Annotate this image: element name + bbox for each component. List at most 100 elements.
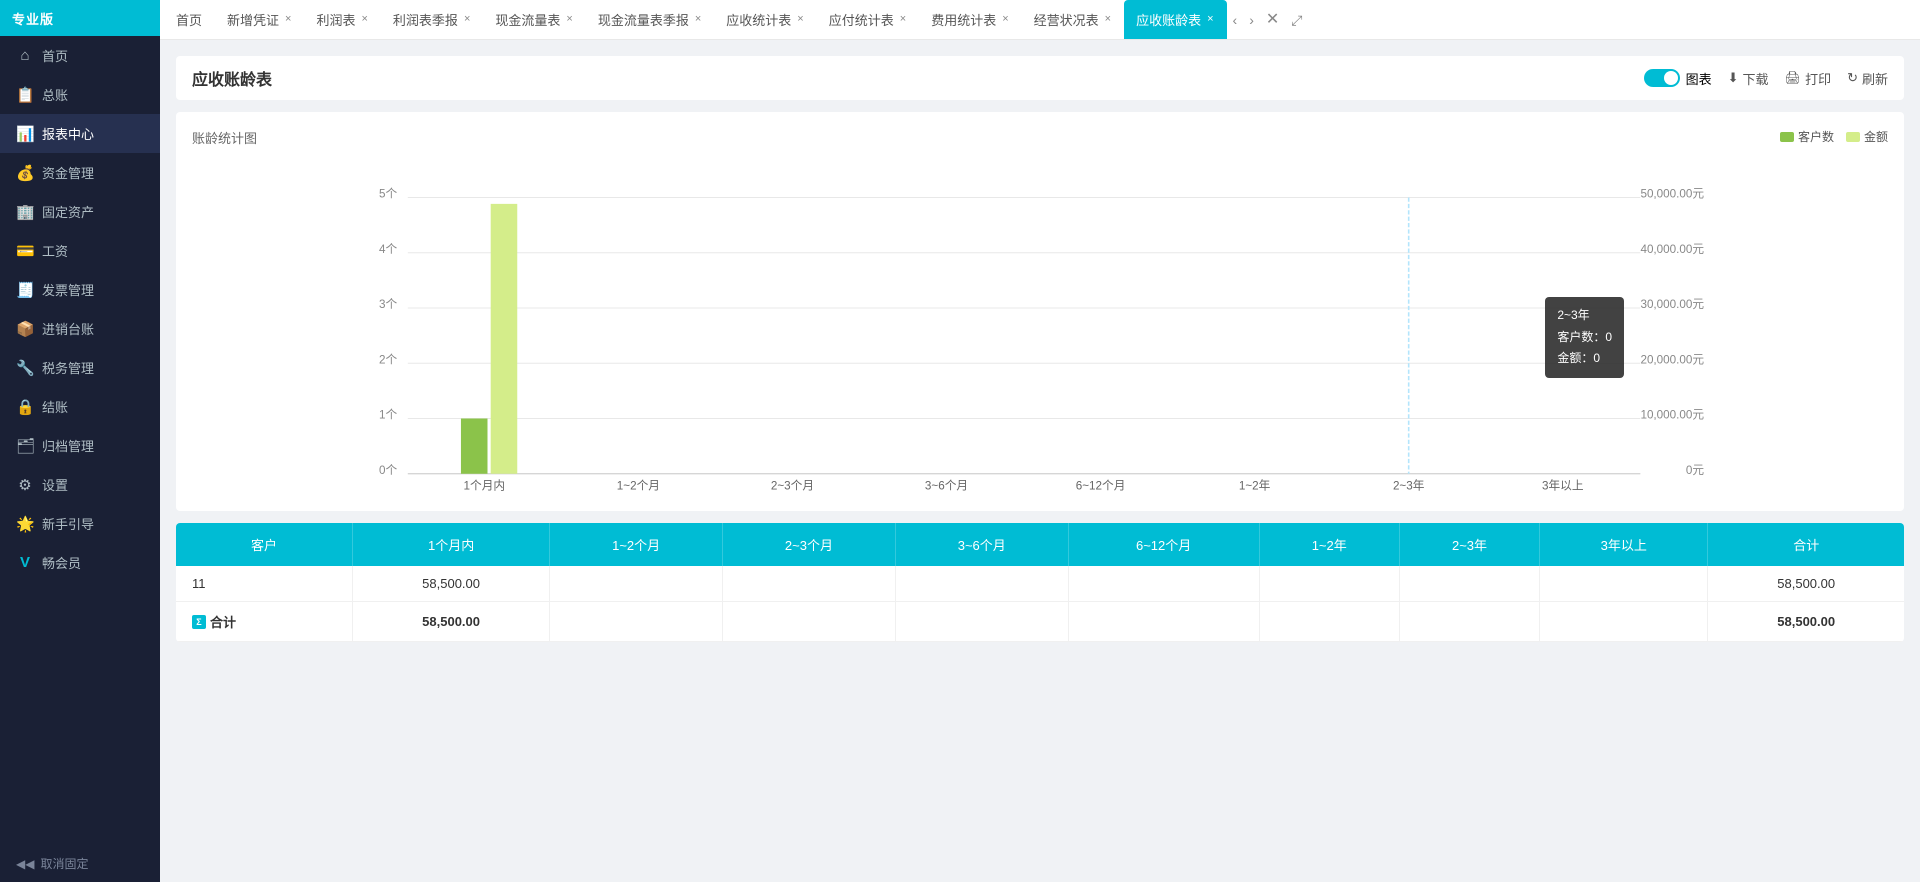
page-area: 应收账龄表 图表 ⬇ 下载 🖨 打印 ↻ 刷新 (160, 40, 1920, 882)
tab-expand-button[interactable]: ⤢ (1285, 0, 1308, 40)
sidebar-item-close[interactable]: 🔒 结账 (0, 387, 160, 426)
svg-text:0元: 0元 (1686, 464, 1704, 477)
tab-close-icon[interactable]: × (464, 14, 470, 25)
main-content: 首页 新增凭证 × 利润表 × 利润表季报 × 现金流量表 × 现金流量表季报 … (160, 0, 1920, 882)
sidebar-pin-button[interactable]: ◀◀ 取消固定 (0, 845, 160, 882)
tab-close-icon[interactable]: × (695, 14, 701, 25)
cell-customer: 11 (176, 566, 352, 602)
tab-label: 新增凭证 (227, 10, 279, 29)
col-header-y3plus: 3年以上 (1540, 523, 1708, 566)
bar-amount-0 (491, 204, 518, 474)
cell-total-m1: 58,500.00 (352, 602, 549, 642)
tab-close-icon[interactable]: × (361, 14, 367, 25)
chart-svg-area: 0个 1个 2个 3个 4个 5个 0元 10,000.00元 20,000.0… (192, 155, 1888, 495)
print-label: 打印 (1805, 69, 1831, 88)
download-button[interactable]: ⬇ 下载 (1728, 69, 1769, 88)
tab-close-icon[interactable]: × (797, 14, 803, 25)
sidebar-item-salary[interactable]: 💳 工资 (0, 231, 160, 270)
sidebar-item-stock[interactable]: 📦 进销台账 (0, 309, 160, 348)
tab-label: 应收账龄表 (1136, 10, 1201, 29)
sidebar-item-home[interactable]: ⌂ 首页 (0, 36, 160, 75)
chart-toggle-label: 图表 (1686, 69, 1712, 88)
tab-close-all-button[interactable]: ✕ (1260, 0, 1285, 40)
ledger-icon: 📋 (16, 86, 34, 104)
cell-y3plus (1540, 566, 1708, 602)
tab-profit-q[interactable]: 利润表季报 × (381, 0, 483, 39)
sidebar-item-reports[interactable]: 📊 报表中心 (0, 114, 160, 153)
sidebar-item-vip[interactable]: V 畅会员 (0, 543, 160, 582)
svg-text:2~3年: 2~3年 (1393, 479, 1425, 493)
chart-toggle-switch[interactable] (1644, 69, 1680, 87)
sidebar-item-guide[interactable]: 🌟 新手引导 (0, 504, 160, 543)
svg-text:50,000.00元: 50,000.00元 (1640, 188, 1704, 201)
total-label-text: 合计 (210, 612, 236, 631)
sidebar-item-fund[interactable]: 💰 资金管理 (0, 153, 160, 192)
tab-profit[interactable]: 利润表 × (304, 0, 380, 39)
tab-new-voucher[interactable]: 新增凭证 × (215, 0, 304, 39)
tab-label: 费用统计表 (931, 10, 996, 29)
data-table: 客户 1个月内 1~2个月 2~3个月 3~6个月 6~12个月 1~2年 2~… (176, 523, 1904, 642)
svg-text:2~3个月: 2~3个月 (771, 480, 814, 493)
total-icon: Σ (192, 615, 206, 629)
tab-ar-stats[interactable]: 应收统计表 × (714, 0, 816, 39)
chart-title: 账龄统计图 (192, 128, 1888, 147)
legend-customers-label: 客户数 (1798, 128, 1834, 145)
tab-home[interactable]: 首页 (164, 0, 215, 39)
salary-icon: 💳 (16, 242, 34, 260)
cell-m1: 58,500.00 (352, 566, 549, 602)
print-button[interactable]: 🖨 打印 (1785, 69, 1832, 88)
table-row: 11 58,500.00 58,500.00 (176, 566, 1904, 602)
cell-total-y3plus (1540, 602, 1708, 642)
tab-close-icon[interactable]: × (566, 14, 572, 25)
svg-text:1~2个月: 1~2个月 (617, 480, 660, 493)
chart-svg: 0个 1个 2个 3个 4个 5个 0元 10,000.00元 20,000.0… (192, 155, 1888, 495)
cell-total-label: Σ 合计 (176, 602, 352, 642)
svg-text:10,000.00元: 10,000.00元 (1640, 409, 1704, 422)
tab-close-icon[interactable]: × (1105, 14, 1111, 25)
tab-expense[interactable]: 费用统计表 × (919, 0, 1021, 39)
cell-y2-3 (1399, 566, 1539, 602)
chart-legend: 客户数 金额 (1780, 128, 1888, 145)
sidebar-item-label: 新手引导 (42, 514, 94, 533)
sidebar-item-tax[interactable]: 🔧 税务管理 (0, 348, 160, 387)
cell-total-m3-6 (895, 602, 1068, 642)
cell-total-m2-3 (723, 602, 896, 642)
tab-cashflow[interactable]: 现金流量表 × (483, 0, 585, 39)
sidebar-item-assets[interactable]: 🏢 固定资产 (0, 192, 160, 231)
tab-close-icon[interactable]: × (285, 14, 291, 25)
tab-cashflow-q[interactable]: 现金流量表季报 × (586, 0, 714, 39)
settings-icon: ⚙ (16, 476, 34, 494)
col-header-m1: 1个月内 (352, 523, 549, 566)
col-header-total: 合计 (1708, 523, 1904, 566)
sidebar-item-archive[interactable]: 🗂 归档管理 (0, 426, 160, 465)
tab-ap-stats[interactable]: 应付统计表 × (817, 0, 919, 39)
tab-ar-aging[interactable]: 应收账龄表 × (1124, 0, 1226, 39)
page-header: 应收账龄表 图表 ⬇ 下载 🖨 打印 ↻ 刷新 (176, 56, 1904, 100)
tab-close-icon[interactable]: × (900, 14, 906, 25)
tab-close-icon[interactable]: × (1207, 14, 1213, 25)
tab-ops[interactable]: 经营状况表 × (1022, 0, 1124, 39)
refresh-button[interactable]: ↻ 刷新 (1847, 69, 1888, 88)
svg-text:6~12个月: 6~12个月 (1076, 480, 1126, 493)
reports-icon: 📊 (16, 125, 34, 143)
refresh-label: 刷新 (1862, 69, 1888, 88)
page-actions: 图表 ⬇ 下载 🖨 打印 ↻ 刷新 (1644, 69, 1888, 88)
cell-total-y1-2 (1259, 602, 1399, 642)
cell-m2-3 (723, 566, 896, 602)
cell-total-m1-2 (550, 602, 723, 642)
sidebar-item-label: 归档管理 (42, 436, 94, 455)
sidebar-logo: 专业版 (0, 0, 160, 36)
tab-next-button[interactable]: › (1243, 0, 1260, 40)
chart-toggle-wrap[interactable]: 图表 (1644, 69, 1712, 88)
sidebar-item-settings[interactable]: ⚙ 设置 (0, 465, 160, 504)
svg-text:3个: 3个 (379, 298, 397, 311)
invoice-icon: 🧾 (16, 281, 34, 299)
tab-prev-button[interactable]: ‹ (1227, 0, 1244, 40)
download-label: 下载 (1743, 69, 1769, 88)
sidebar-item-ledger[interactable]: 📋 总账 (0, 75, 160, 114)
tab-close-icon[interactable]: × (1002, 14, 1008, 25)
sidebar-item-invoice[interactable]: 🧾 发票管理 (0, 270, 160, 309)
col-header-m1-2: 1~2个月 (550, 523, 723, 566)
col-header-m3-6: 3~6个月 (895, 523, 1068, 566)
table-total-row: Σ 合计 58,500.00 58,500.00 (176, 602, 1904, 642)
